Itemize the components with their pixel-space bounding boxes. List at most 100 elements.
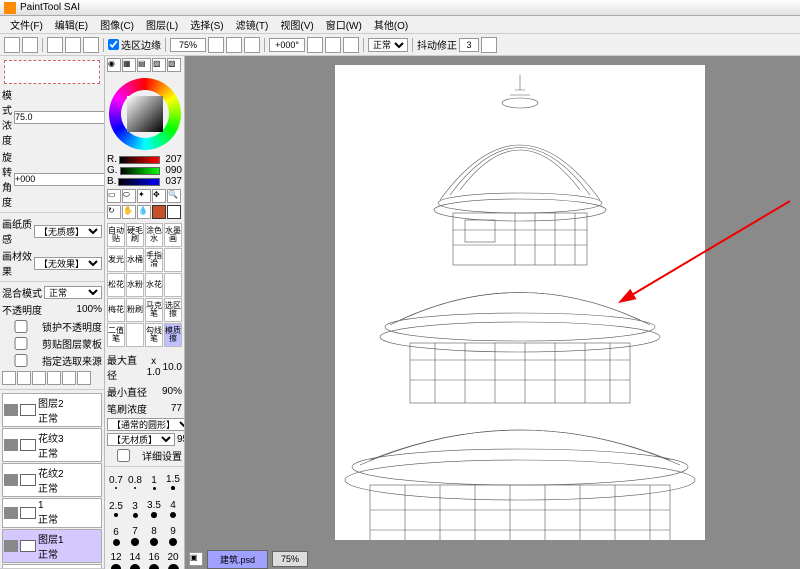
deselect-icon[interactable] (47, 37, 63, 53)
clip-check[interactable] (2, 337, 40, 350)
zoom-out-icon[interactable] (208, 37, 224, 53)
stabilizer-icon[interactable] (481, 37, 497, 53)
brush-tool[interactable]: 水花 (145, 273, 163, 297)
rgb-slider[interactable] (118, 178, 160, 186)
paper-select[interactable]: 【无质感】 (34, 225, 102, 238)
sel-rect-icon[interactable]: ▭ (107, 189, 121, 203)
brush-tool[interactable]: 选区擦 (164, 298, 182, 322)
scratchpad-icon[interactable]: ▧ (167, 58, 181, 72)
brush-tool[interactable]: 硬毛刷 (126, 223, 144, 247)
bg-color-swatch[interactable] (167, 205, 181, 219)
brush-tool[interactable]: 模质擦 (164, 323, 182, 347)
brush-tool[interactable]: 粉刷 (126, 298, 144, 322)
size-preset[interactable]: 12 (107, 550, 125, 569)
merge-icon[interactable] (62, 371, 76, 385)
brush-tool[interactable]: 水桶 (126, 248, 144, 272)
brush-tool[interactable]: 涂色水 (145, 223, 163, 247)
undo-icon[interactable] (4, 37, 20, 53)
layer-item[interactable]: 花纹2正常 (2, 463, 102, 497)
layer-list[interactable]: 图层2正常 花纹3正常 花纹2正常 1正常 图层1正常 图层1正常 (0, 390, 104, 569)
new-folder-icon[interactable] (17, 371, 31, 385)
menu-other[interactable]: 其他(O) (368, 17, 414, 32)
rotate-ccw-icon[interactable] (307, 37, 323, 53)
move-icon[interactable]: ✥ (152, 189, 166, 203)
delete-layer-icon[interactable] (47, 371, 61, 385)
doc-tab[interactable]: 建筑.psd (207, 550, 268, 569)
fg-color-swatch[interactable] (152, 205, 166, 219)
brush-tool[interactable]: 手指滑 (145, 248, 163, 272)
eyedropper-icon[interactable]: 💧 (137, 205, 151, 219)
rgb-slider[interactable] (120, 167, 160, 175)
layer-item[interactable]: 图层1正常 (2, 564, 102, 569)
brush-tool[interactable]: 松花 (107, 273, 125, 297)
density-input[interactable] (14, 111, 105, 124)
redo-icon[interactable] (22, 37, 38, 53)
rotate-cw-icon[interactable] (325, 37, 341, 53)
zoom-input[interactable] (170, 38, 206, 52)
new-linework-icon[interactable] (32, 371, 46, 385)
brush-tool[interactable]: 发光 (107, 248, 125, 272)
layer-item[interactable]: 1正常 (2, 498, 102, 528)
brush-tool[interactable] (126, 323, 144, 347)
view-mode-select[interactable]: 正常 (368, 38, 408, 52)
size-preset[interactable]: 2.5 (107, 496, 125, 522)
brush-tool[interactable]: 梅花 (107, 298, 125, 322)
new-layer-icon[interactable] (2, 371, 16, 385)
size-preset[interactable]: 9 (164, 523, 182, 549)
brush-tool[interactable]: 自动贴 (107, 223, 125, 247)
show-selection-icon[interactable] (83, 37, 99, 53)
rgb-mode-icon[interactable]: ▦ (122, 58, 136, 72)
size-preset[interactable]: 20 (164, 550, 182, 569)
size-preset[interactable]: 7 (126, 523, 144, 549)
sel-lasso-icon[interactable]: ⬭ (122, 189, 136, 203)
brush-tool[interactable]: 勾线笔 (145, 323, 163, 347)
color-wheel[interactable] (109, 78, 181, 150)
zoom-in-icon[interactable] (226, 37, 242, 53)
size-preset[interactable]: 14 (126, 550, 144, 569)
menu-view[interactable]: 视图(V) (274, 17, 319, 32)
menu-file[interactable]: 文件(F) (4, 17, 49, 32)
rotate-input[interactable] (14, 173, 105, 186)
menu-filter[interactable]: 滤镜(T) (230, 17, 275, 32)
size-preset[interactable]: 1.5 (164, 469, 182, 495)
rotate-tool-icon[interactable]: ↻ (107, 205, 121, 219)
size-preset[interactable]: 6 (107, 523, 125, 549)
stabilizer-input[interactable] (459, 38, 479, 52)
canvas[interactable] (335, 65, 705, 540)
size-preset[interactable]: 4 (164, 496, 182, 522)
size-preset[interactable]: 3 (126, 496, 144, 522)
sel-wand-icon[interactable]: ✦ (137, 189, 151, 203)
hand-icon[interactable]: ✋ (122, 205, 136, 219)
layer-item[interactable]: 图层1正常 (2, 529, 102, 563)
protect-check[interactable] (2, 320, 40, 333)
shape-select[interactable]: 【通常的圆形】 (107, 418, 185, 431)
size-preset[interactable]: 8 (145, 523, 163, 549)
detail-check[interactable] (107, 449, 140, 462)
zoom-tool-icon[interactable]: 🔍 (167, 189, 181, 203)
layer-item[interactable]: 图层2正常 (2, 393, 102, 427)
brush-tool[interactable]: 水粉 (126, 273, 144, 297)
size-preset[interactable]: 16 (145, 550, 163, 569)
brush-tool[interactable]: 马克笔 (145, 298, 163, 322)
menu-layer[interactable]: 图层(L) (140, 17, 184, 32)
brush-tool[interactable] (164, 248, 182, 272)
effect-select[interactable]: 【无效果】 (34, 257, 102, 270)
menu-edit[interactable]: 编辑(E) (49, 17, 94, 32)
selection-border-check[interactable] (108, 39, 119, 50)
texture-select[interactable]: 【无材质】 (107, 433, 175, 446)
blend-select[interactable]: 正常 (44, 286, 102, 299)
angle-input[interactable] (269, 38, 305, 52)
size-preset[interactable]: 3.5 (145, 496, 163, 522)
canvas-viewport[interactable] (185, 56, 800, 549)
rgb-slider[interactable] (119, 156, 160, 164)
brush-tool[interactable] (164, 273, 182, 297)
menu-select[interactable]: 选择(S) (184, 17, 229, 32)
zoom-fit-icon[interactable] (244, 37, 260, 53)
size-preset[interactable]: 0.7 (107, 469, 125, 495)
hsv-mode-icon[interactable]: ▤ (137, 58, 151, 72)
palette-icon[interactable]: ▨ (152, 58, 166, 72)
size-preset[interactable]: 1 (145, 469, 163, 495)
layer-item[interactable]: 花纹3正常 (2, 428, 102, 462)
navigator[interactable] (4, 60, 100, 84)
clear-icon[interactable] (77, 371, 91, 385)
